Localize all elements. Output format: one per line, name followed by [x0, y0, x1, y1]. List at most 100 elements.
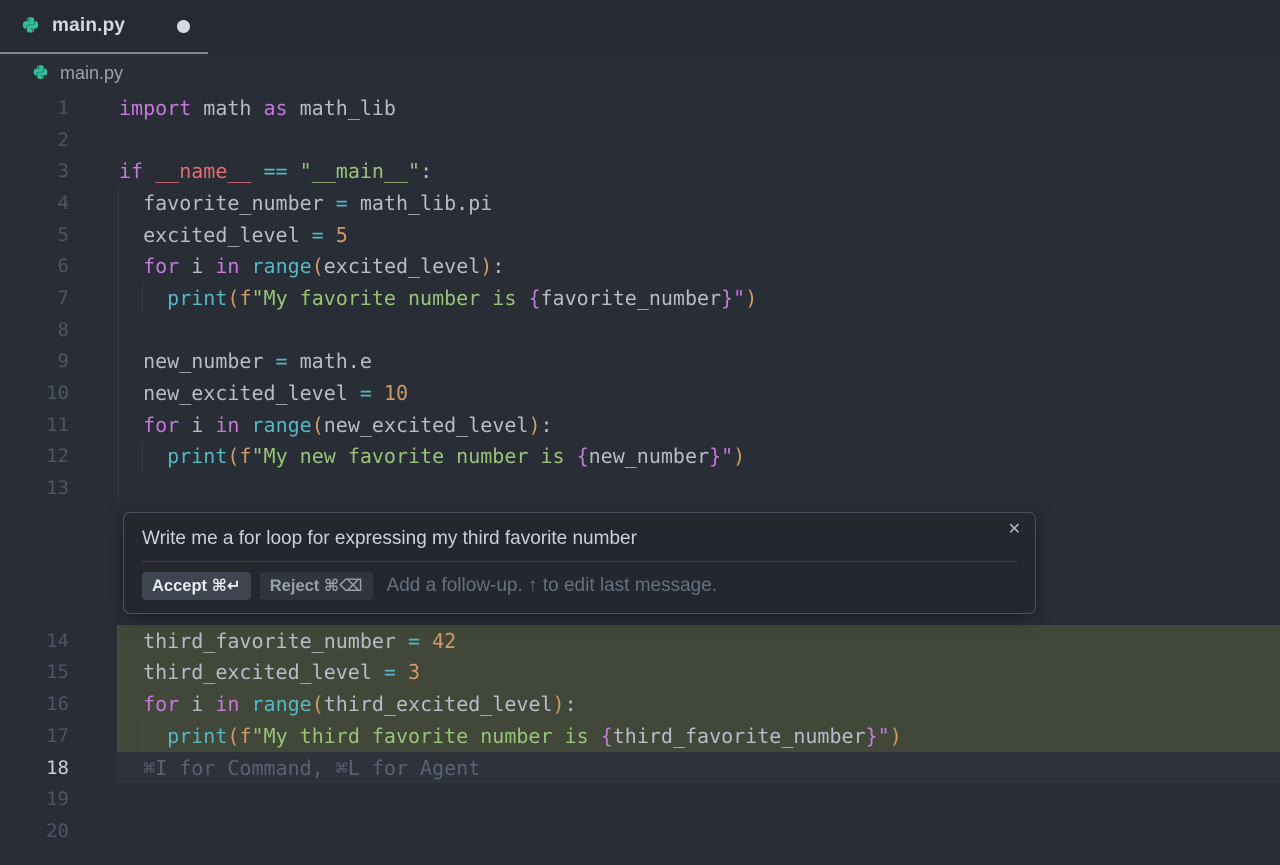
line-content[interactable]: [117, 815, 1280, 847]
line-content[interactable]: [117, 124, 1280, 156]
code-line-4[interactable]: 4 favorite_number = math_lib.pi: [0, 187, 1280, 219]
code-token: ==: [264, 159, 288, 183]
code-token: :: [541, 413, 553, 437]
code-token: 42: [432, 629, 456, 653]
code-line-6[interactable]: 6 for i in range(excited_level):: [0, 250, 1280, 282]
code-line-5[interactable]: 5 excited_level = 5: [0, 219, 1280, 251]
line-content[interactable]: for i in range(excited_level):: [117, 250, 1280, 282]
line-content[interactable]: print(f"My favorite number is {favorite_…: [117, 282, 1280, 314]
code-line-9[interactable]: 9 new_number = math.e: [0, 346, 1280, 378]
line-number: 19: [0, 788, 117, 810]
code-line-17[interactable]: 17 print(f"My third favorite number is {…: [0, 720, 1280, 752]
line-content[interactable]: [117, 472, 1280, 504]
code-line-18[interactable]: 18 ⌘I for Command, ⌘L for Agent: [0, 752, 1280, 784]
code-token: [288, 159, 300, 183]
breadcrumb-file: main.py: [60, 63, 123, 84]
code-token: new_excited_level: [119, 381, 360, 405]
line-number: 5: [0, 224, 117, 246]
ai-prompt-text[interactable]: Write me a for loop for expressing my th…: [124, 513, 1035, 561]
indent-guide: [118, 688, 119, 720]
line-content[interactable]: excited_level = 5: [117, 219, 1280, 251]
code-line-15[interactable]: 15 third_excited_level = 3: [0, 657, 1280, 689]
line-content[interactable]: new_number = math.e: [117, 346, 1280, 378]
code-area: 1import math as math_lib23if __name__ ==…: [0, 92, 1280, 847]
code-line-7[interactable]: 7 print(f"My favorite number is {favorit…: [0, 282, 1280, 314]
code-line-1[interactable]: 1import math as math_lib: [0, 92, 1280, 124]
code-line-2[interactable]: 2: [0, 124, 1280, 156]
code-token: ): [745, 286, 757, 310]
accept-button[interactable]: Accept ⌘↵: [142, 572, 251, 600]
reject-button[interactable]: Reject ⌘⌫: [260, 572, 373, 600]
line-content[interactable]: ⌘I for Command, ⌘L for Agent: [117, 752, 1280, 784]
line-content[interactable]: for i in range(third_excited_level):: [117, 688, 1280, 720]
code-line-14[interactable]: 14 third_favorite_number = 42: [0, 625, 1280, 657]
code-token: "My third favorite number is: [251, 724, 600, 748]
code-line-8[interactable]: 8: [0, 314, 1280, 346]
code-line-20[interactable]: 20: [0, 815, 1280, 847]
line-content[interactable]: new_excited_level = 10: [117, 377, 1280, 409]
code-token: "My favorite number is: [251, 286, 528, 310]
code-token: "My new favorite number is: [251, 444, 576, 468]
close-icon[interactable]: ✕: [1005, 519, 1024, 541]
code-token: import: [119, 96, 191, 120]
line-number: 12: [0, 445, 117, 467]
code-token: {: [577, 444, 589, 468]
code-token: in: [215, 692, 239, 716]
code-token: print: [167, 724, 227, 748]
code-token: third_excited_level: [119, 660, 384, 684]
code-line-13[interactable]: 13: [0, 472, 1280, 504]
code-token: third_favorite_number: [119, 629, 408, 653]
line-content[interactable]: for i in range(new_excited_level):: [117, 409, 1280, 441]
line-number: 11: [0, 414, 117, 436]
indent-guide: [118, 472, 119, 504]
code-token: f: [239, 724, 251, 748]
code-line-12[interactable]: 12 print(f"My new favorite number is {ne…: [0, 441, 1280, 473]
code-token: ": [878, 724, 890, 748]
line-content[interactable]: import math as math_lib: [117, 92, 1280, 124]
indent-guide: [118, 250, 119, 282]
code-token: :: [565, 692, 577, 716]
code-token: third_excited_level: [324, 692, 553, 716]
line-content[interactable]: print(f"My new favorite number is {new_n…: [117, 441, 1280, 473]
dialog-actions: Accept ⌘↵ Reject ⌘⌫: [124, 562, 1035, 600]
code-token: {: [528, 286, 540, 310]
line-content[interactable]: third_excited_level = 3: [117, 657, 1280, 689]
indent-guide: [118, 441, 119, 473]
code-line-3[interactable]: 3if __name__ == "__main__":: [0, 155, 1280, 187]
code-token: for: [143, 413, 179, 437]
editor-window: main.py main.py 1import math as math_lib…: [0, 0, 1280, 865]
code-token: math: [191, 96, 263, 120]
modified-dot-icon[interactable]: [177, 20, 190, 33]
code-token: [119, 254, 143, 278]
code-token: (: [227, 724, 239, 748]
code-token: }: [866, 724, 878, 748]
line-number: 6: [0, 255, 117, 277]
code-line-19[interactable]: 19: [0, 783, 1280, 815]
code-token: =: [312, 223, 324, 247]
line-content[interactable]: favorite_number = math_lib.pi: [117, 187, 1280, 219]
editor-hint-text: ⌘I for Command, ⌘L for Agent: [119, 756, 480, 780]
indent-guide: [118, 657, 119, 689]
tab-main-py[interactable]: main.py: [0, 0, 208, 54]
code-token: new_excited_level: [324, 413, 529, 437]
code-token: ": [733, 286, 745, 310]
line-content[interactable]: third_favorite_number = 42: [117, 625, 1280, 657]
indent-guide: [118, 282, 119, 314]
code-line-11[interactable]: 11 for i in range(new_excited_level):: [0, 409, 1280, 441]
followup-input[interactable]: [385, 574, 1017, 598]
code-token: print: [167, 286, 227, 310]
code-token: }: [709, 444, 721, 468]
code-token: [239, 413, 251, 437]
code-token: new_number: [589, 444, 709, 468]
line-content[interactable]: [117, 314, 1280, 346]
line-content[interactable]: print(f"My third favorite number is {thi…: [117, 720, 1280, 752]
code-token: math_lib.pi: [348, 191, 493, 215]
code-line-16[interactable]: 16 for i in range(third_excited_level):: [0, 688, 1280, 720]
code-line-10[interactable]: 10 new_excited_level = 10: [0, 377, 1280, 409]
code-token: favorite_number: [540, 286, 721, 310]
breadcrumb[interactable]: main.py: [0, 54, 1280, 92]
line-number: 17: [0, 725, 117, 747]
code-token: [119, 413, 143, 437]
line-content[interactable]: [117, 783, 1280, 815]
line-content[interactable]: if __name__ == "__main__":: [117, 155, 1280, 187]
